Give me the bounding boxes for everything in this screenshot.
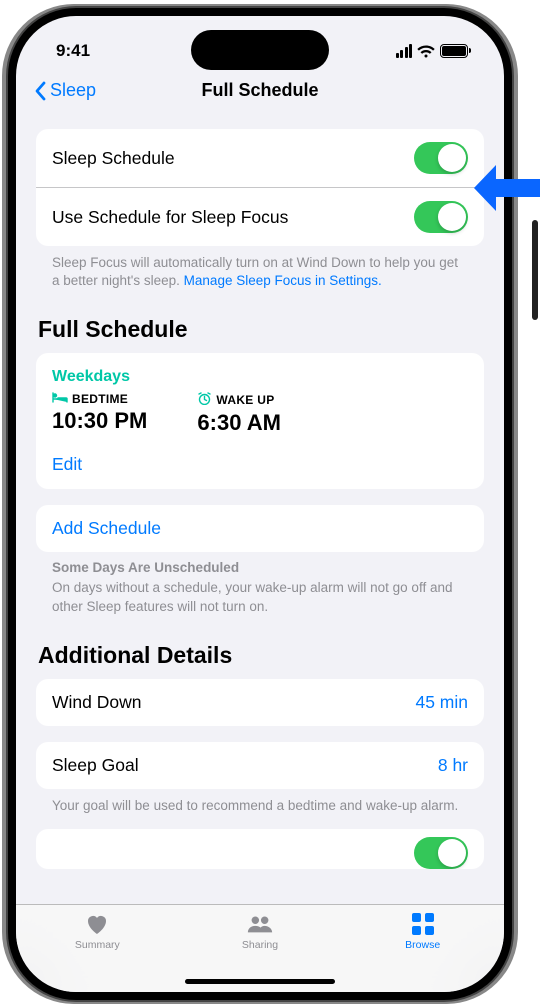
bedtime-label: BEDTIME — [72, 392, 128, 406]
bedtime-value: 10:30 PM — [52, 408, 147, 434]
annotation-arrow — [474, 165, 540, 211]
chevron-left-icon — [34, 81, 46, 101]
sleep-schedule-label: Sleep Schedule — [52, 148, 175, 169]
schedule-group-title: Weekdays — [52, 368, 468, 386]
sleep-goal-footer: Your goal will be used to recommend a be… — [36, 789, 484, 815]
battery-icon — [440, 44, 468, 58]
edit-schedule-button[interactable]: Edit — [52, 454, 82, 475]
status-time: 9:41 — [56, 41, 90, 61]
page-title: Full Schedule — [201, 80, 318, 101]
heart-icon — [83, 912, 111, 936]
weekdays-schedule-card: Weekdays BEDTIME 10:30 PM — [36, 353, 484, 489]
sleep-focus-label: Use Schedule for Sleep Focus — [52, 207, 288, 228]
bed-icon — [52, 392, 68, 406]
wakeup-label: WAKE UP — [216, 393, 274, 407]
wind-down-row[interactable]: Wind Down 45 min — [36, 679, 484, 726]
sleep-goal-row[interactable]: Sleep Goal 8 hr — [36, 742, 484, 789]
tab-summary[interactable]: Summary — [16, 905, 179, 992]
tab-browse-label: Browse — [405, 939, 440, 951]
partial-toggle[interactable] — [414, 837, 468, 869]
unscheduled-text: On days without a schedule, your wake-up… — [36, 577, 484, 615]
sleep-goal-label: Sleep Goal — [52, 755, 139, 776]
unscheduled-title: Some Days Are Unscheduled — [36, 552, 484, 577]
add-schedule-button[interactable]: Add Schedule — [52, 518, 161, 538]
toggle-footer: Sleep Focus will automatically turn on a… — [36, 246, 484, 290]
additional-details-header: Additional Details — [36, 616, 484, 679]
sleep-focus-toggle[interactable] — [414, 201, 468, 233]
manage-sleep-focus-link[interactable]: Manage Sleep Focus in Settings. — [184, 273, 382, 288]
wind-down-label: Wind Down — [52, 692, 141, 713]
tab-summary-label: Summary — [75, 939, 120, 951]
wind-down-value: 45 min — [415, 692, 468, 713]
sleep-goal-value: 8 hr — [438, 755, 468, 776]
grid-icon — [409, 912, 437, 936]
tab-sharing-label: Sharing — [242, 939, 278, 951]
navbar: Sleep Full Schedule — [16, 70, 504, 113]
signal-icon — [396, 44, 413, 58]
back-label: Sleep — [50, 80, 96, 101]
home-indicator[interactable] — [185, 979, 335, 984]
tab-browse[interactable]: Browse — [341, 905, 504, 992]
sleep-schedule-toggle[interactable] — [414, 142, 468, 174]
back-button[interactable]: Sleep — [34, 80, 96, 101]
toggle-card: Sleep Schedule Use Schedule for Sleep Fo… — [36, 129, 484, 246]
dynamic-island — [191, 30, 329, 70]
wifi-icon — [417, 45, 435, 58]
wakeup-value: 6:30 AM — [197, 410, 281, 436]
people-icon — [246, 912, 274, 936]
full-schedule-header: Full Schedule — [36, 290, 484, 353]
alarm-icon — [197, 392, 212, 408]
